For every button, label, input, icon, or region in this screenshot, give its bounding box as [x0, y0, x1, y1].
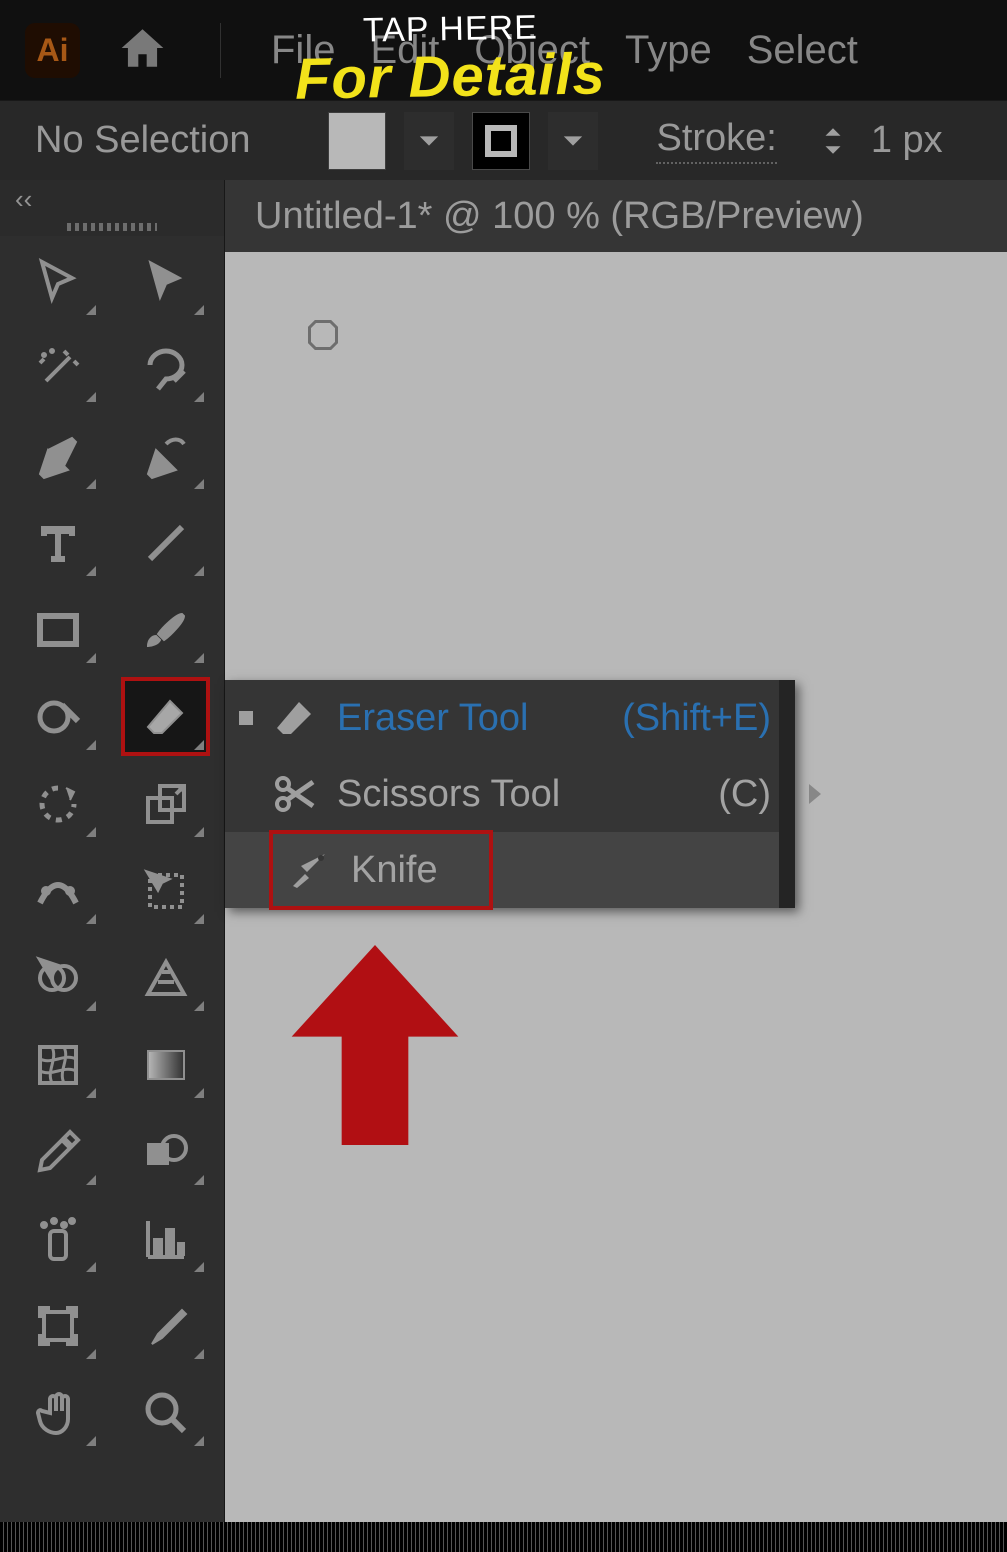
flyout-scrollbar[interactable]: [779, 680, 795, 908]
line-tool[interactable]: [123, 505, 208, 580]
scissors-icon: [271, 770, 319, 818]
ai-logo: Ai: [25, 23, 80, 78]
menu-type[interactable]: Type: [625, 28, 712, 73]
toolbox: ‹‹: [0, 180, 225, 1552]
blend-tool[interactable]: [123, 1114, 208, 1189]
menu-select[interactable]: Select: [747, 28, 858, 73]
overlay-cta[interactable]: TAP HERE For Details: [295, 10, 606, 110]
scale-tool[interactable]: [123, 766, 208, 841]
stroke-stepper[interactable]: [813, 112, 853, 170]
symbol-sprayer-tool[interactable]: [15, 1201, 100, 1276]
stroke-swatch[interactable]: [472, 112, 530, 170]
eraser-icon: [271, 694, 319, 742]
eraser-cursor-icon: [305, 317, 341, 353]
type-tool[interactable]: [15, 505, 100, 580]
flyout-label: Eraser Tool: [337, 697, 529, 740]
lasso-tool[interactable]: [123, 331, 208, 406]
bottom-artifact: [0, 1522, 1007, 1552]
mesh-tool[interactable]: [15, 1027, 100, 1102]
eraser-tool[interactable]: [123, 679, 208, 754]
paintbrush-tool[interactable]: [123, 592, 208, 667]
fill-dropdown[interactable]: [404, 112, 454, 170]
selection-tool[interactable]: [15, 244, 100, 319]
tool-flyout-menu: Eraser Tool (Shift+E) Scissors Tool (C) …: [225, 680, 795, 908]
annotation-arrow-icon: [290, 945, 460, 1150]
hand-tool[interactable]: [15, 1375, 100, 1450]
stroke-label[interactable]: Stroke:: [656, 117, 776, 164]
shape-builder-tool[interactable]: [15, 940, 100, 1015]
curvature-tool[interactable]: [123, 418, 208, 493]
width-tool[interactable]: [15, 853, 100, 928]
direct-selection-tool[interactable]: [123, 244, 208, 319]
zoom-tool[interactable]: [123, 1375, 208, 1450]
rotate-tool[interactable]: [15, 766, 100, 841]
document-tab[interactable]: Untitled-1* @ 100 % (RGB/Preview): [225, 180, 1007, 252]
selection-label: No Selection: [35, 119, 250, 162]
eyedropper-tool[interactable]: [15, 1114, 100, 1189]
overlay-line2: For Details: [294, 40, 606, 112]
flyout-expand-icon[interactable]: [809, 784, 821, 804]
magic-wand-tool[interactable]: [15, 331, 100, 406]
home-icon[interactable]: [115, 23, 170, 78]
fill-swatch[interactable]: [328, 112, 386, 170]
stroke-value[interactable]: 1 px: [871, 119, 943, 162]
slice-tool[interactable]: [123, 1288, 208, 1363]
pen-tool[interactable]: [15, 418, 100, 493]
artboard-tool[interactable]: [15, 1288, 100, 1363]
column-graph-tool[interactable]: [123, 1201, 208, 1276]
flyout-label: Scissors Tool: [337, 773, 560, 816]
flyout-eraser[interactable]: Eraser Tool (Shift+E): [225, 680, 795, 756]
flyout-shortcut: (Shift+E): [622, 697, 771, 740]
stroke-dropdown[interactable]: [548, 112, 598, 170]
shaper-tool[interactable]: [15, 679, 100, 754]
flyout-knife[interactable]: Knife: [271, 832, 491, 908]
panel-grip[interactable]: [0, 218, 224, 236]
flyout-knife-row[interactable]: Knife: [225, 832, 795, 908]
rectangle-tool[interactable]: [15, 592, 100, 667]
divider: [220, 23, 221, 78]
control-bar: No Selection Stroke: 1 px: [0, 100, 1007, 180]
flyout-label: Knife: [351, 849, 438, 892]
free-transform-tool[interactable]: [123, 853, 208, 928]
collapse-button[interactable]: ‹‹: [0, 180, 224, 218]
perspective-grid-tool[interactable]: [123, 940, 208, 1015]
flyout-shortcut: (C): [718, 773, 771, 816]
flyout-scissors[interactable]: Scissors Tool (C): [225, 756, 795, 832]
selected-bullet-icon: [239, 711, 253, 725]
gradient-tool[interactable]: [123, 1027, 208, 1102]
knife-icon: [285, 846, 333, 894]
